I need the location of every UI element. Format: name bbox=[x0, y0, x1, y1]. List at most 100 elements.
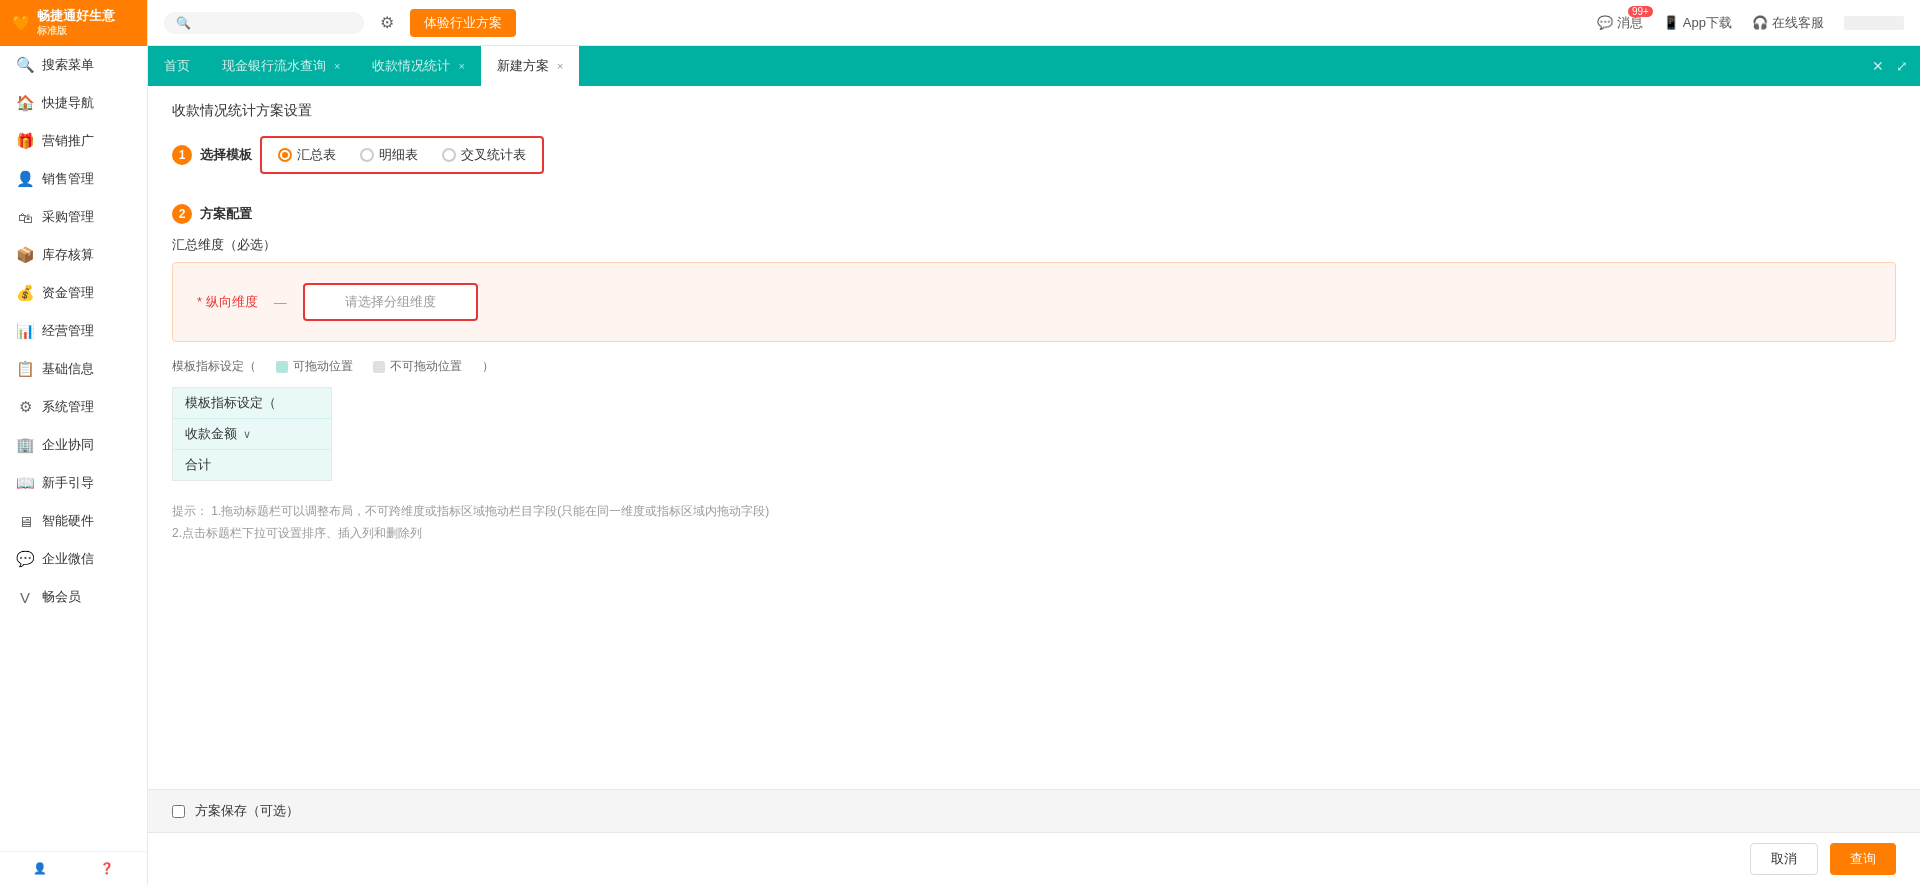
tab-receipt-close[interactable]: × bbox=[458, 60, 464, 72]
sidebar-item-search[interactable]: 🔍 搜索菜单 bbox=[0, 46, 147, 84]
indicator-total-cell: 合计 bbox=[173, 450, 331, 480]
sidebar-item-marketing[interactable]: 🎁 营销推广 bbox=[0, 122, 147, 160]
indicator-col-label: 模板指标设定（ bbox=[185, 394, 276, 412]
message-icon: 💬 bbox=[1597, 15, 1613, 30]
close-window-icon[interactable]: ✕ bbox=[1872, 58, 1884, 74]
tab-receipt[interactable]: 收款情况统计 × bbox=[356, 46, 480, 86]
radio-cross-circle bbox=[442, 148, 456, 162]
topbar-right: 💬 消息 99+ 📱 App下载 🎧 在线客服 bbox=[1597, 14, 1904, 32]
app-edition: 标准版 bbox=[37, 24, 115, 38]
sidebar-item-purchase[interactable]: 🛍 采购管理 bbox=[0, 198, 147, 236]
nodrag-legend-dot bbox=[373, 361, 385, 373]
save-plan-label: 方案保存（可选） bbox=[195, 802, 299, 820]
bag-icon: 🛍 bbox=[16, 209, 34, 226]
message-badge: 99+ bbox=[1628, 6, 1653, 17]
monitor-icon: 🖥 bbox=[16, 513, 34, 530]
sidebar-item-label: 基础信息 bbox=[42, 360, 94, 378]
plan-config: 汇总维度（必选） * 纵向维度 — 请选择分组维度 bbox=[172, 236, 1896, 544]
drag-legend-label: 可拖动位置 bbox=[293, 358, 353, 375]
tab-home-label: 首页 bbox=[164, 57, 190, 75]
sidebar: 🧡 畅捷通好生意 标准版 🔍 搜索菜单 🏠 快捷导航 🎁 营销推广 👤 销售管理… bbox=[0, 0, 148, 885]
service-icon: 🎧 bbox=[1752, 15, 1768, 30]
sidebar-item-label: 快捷导航 bbox=[42, 94, 94, 112]
sidebar-item-sales[interactable]: 👤 销售管理 bbox=[0, 160, 147, 198]
message-button[interactable]: 💬 消息 99+ bbox=[1597, 14, 1643, 32]
crown-icon: V bbox=[16, 589, 34, 606]
sidebar-item-label: 新手引导 bbox=[42, 474, 94, 492]
sidebar-item-wechat[interactable]: 💬 企业微信 bbox=[0, 540, 147, 578]
footer-bar: 方案保存（可选） bbox=[148, 789, 1920, 832]
indicator-col-header: 模板指标设定（ bbox=[173, 388, 331, 419]
chart-icon: 📊 bbox=[16, 322, 34, 340]
radio-summary[interactable]: 汇总表 bbox=[278, 146, 336, 164]
search-icon: 🔍 bbox=[176, 16, 191, 30]
sidebar-item-corp[interactable]: 🏢 企业协同 bbox=[0, 426, 147, 464]
step2-header: 2 方案配置 bbox=[172, 204, 1896, 224]
vertical-label: * 纵向维度 bbox=[197, 293, 258, 311]
sidebar-item-label: 系统管理 bbox=[42, 398, 94, 416]
tab-bank-close[interactable]: × bbox=[334, 60, 340, 72]
tab-home[interactable]: 首页 bbox=[148, 46, 206, 86]
legend-close-paren: ） bbox=[482, 358, 494, 375]
sidebar-item-label: 企业协同 bbox=[42, 436, 94, 454]
topbar: 🔍 ⚙ 体验行业方案 💬 消息 99+ 📱 App下载 🎧 在线客服 bbox=[148, 0, 1920, 46]
sidebar-item-finance[interactable]: 💰 资金管理 bbox=[0, 274, 147, 312]
service-button[interactable]: 🎧 在线客服 bbox=[1752, 14, 1824, 32]
radio-summary-circle bbox=[278, 148, 292, 162]
trial-button[interactable]: 体验行业方案 bbox=[410, 9, 516, 37]
book-icon: 📖 bbox=[16, 474, 34, 492]
sidebar-help[interactable]: ❓ bbox=[77, 862, 138, 875]
sidebar-item-inventory[interactable]: 📦 库存核算 bbox=[0, 236, 147, 274]
sidebar-item-hardware[interactable]: 🖥 智能硬件 bbox=[0, 502, 147, 540]
user-name[interactable] bbox=[1844, 16, 1904, 30]
sidebar-user-avatar[interactable]: 👤 bbox=[10, 862, 71, 875]
chat-icon: 💬 bbox=[16, 550, 34, 568]
cancel-button[interactable]: 取消 bbox=[1750, 843, 1818, 875]
step2-title: 方案配置 bbox=[200, 205, 252, 223]
sidebar-item-label: 企业微信 bbox=[42, 550, 94, 568]
indicator-sub-header[interactable]: 收款金额 ∨ bbox=[173, 419, 331, 450]
arrow-icon: — bbox=[274, 295, 287, 310]
tab-bank[interactable]: 现金银行流水查询 × bbox=[206, 46, 356, 86]
home-icon: 🏠 bbox=[16, 94, 34, 112]
app-name: 畅捷通好生意 bbox=[37, 8, 115, 24]
sidebar-item-label: 库存核算 bbox=[42, 246, 94, 264]
step2-badge: 2 bbox=[172, 204, 192, 224]
sidebar-item-base[interactable]: 📋 基础信息 bbox=[0, 350, 147, 388]
chevron-down-icon: ∨ bbox=[243, 428, 251, 441]
radio-detail-circle bbox=[360, 148, 374, 162]
dimension-select[interactable]: 请选择分组维度 bbox=[303, 283, 478, 321]
tip-line2: 2.点击标题栏下拉可设置排序、插入列和删除列 bbox=[172, 523, 1896, 545]
dimension-row: * 纵向维度 — 请选择分组维度 bbox=[197, 283, 1871, 321]
download-button[interactable]: 📱 App下载 bbox=[1663, 14, 1732, 32]
indicator-section: 模板指标设定（ 可拖动位置 不可拖动位置 ） bbox=[172, 358, 1896, 481]
settings-icon[interactable]: ⚙ bbox=[380, 13, 394, 32]
indicator-section-label-text: 模板指标设定（ bbox=[172, 358, 256, 375]
download-icon: 📱 bbox=[1663, 15, 1679, 30]
sidebar-item-guide[interactable]: 📖 新手引导 bbox=[0, 464, 147, 502]
sidebar-item-quicknav[interactable]: 🏠 快捷导航 bbox=[0, 84, 147, 122]
dimension-section: 汇总维度（必选） * 纵向维度 — 请选择分组维度 bbox=[172, 236, 1896, 342]
topbar-search-box[interactable]: 🔍 bbox=[164, 12, 364, 34]
page-content: 收款情况统计方案设置 1 选择模板 汇总表 明细表 bbox=[148, 86, 1920, 789]
query-button[interactable]: 查询 bbox=[1830, 843, 1896, 875]
maximize-icon[interactable]: ⤢ bbox=[1896, 58, 1908, 74]
tab-new[interactable]: 新建方案 × bbox=[481, 46, 579, 86]
sidebar-item-label: 经营管理 bbox=[42, 322, 94, 340]
gift-icon: 🎁 bbox=[16, 132, 34, 150]
radio-summary-label: 汇总表 bbox=[297, 146, 336, 164]
radio-detail[interactable]: 明细表 bbox=[360, 146, 418, 164]
radio-cross-label: 交叉统计表 bbox=[461, 146, 526, 164]
sidebar-item-system[interactable]: ⚙ 系统管理 bbox=[0, 388, 147, 426]
tab-new-close[interactable]: × bbox=[557, 60, 563, 72]
radio-cross[interactable]: 交叉统计表 bbox=[442, 146, 526, 164]
sidebar-item-member[interactable]: V 畅会员 bbox=[0, 578, 147, 616]
building-icon: 🏢 bbox=[16, 436, 34, 454]
tips-section: 提示： 1.拖动标题栏可以调整布局，不可跨维度或指标区域拖动栏目字段(只能在同一… bbox=[172, 501, 1896, 544]
download-label: App下载 bbox=[1683, 14, 1732, 32]
sidebar-logo: 🧡 畅捷通好生意 标准版 bbox=[0, 0, 147, 46]
indicator-legend: 模板指标设定（ 可拖动位置 不可拖动位置 ） bbox=[172, 358, 1896, 375]
save-plan-checkbox[interactable] bbox=[172, 805, 185, 818]
sidebar-item-label: 销售管理 bbox=[42, 170, 94, 188]
sidebar-item-operations[interactable]: 📊 经营管理 bbox=[0, 312, 147, 350]
